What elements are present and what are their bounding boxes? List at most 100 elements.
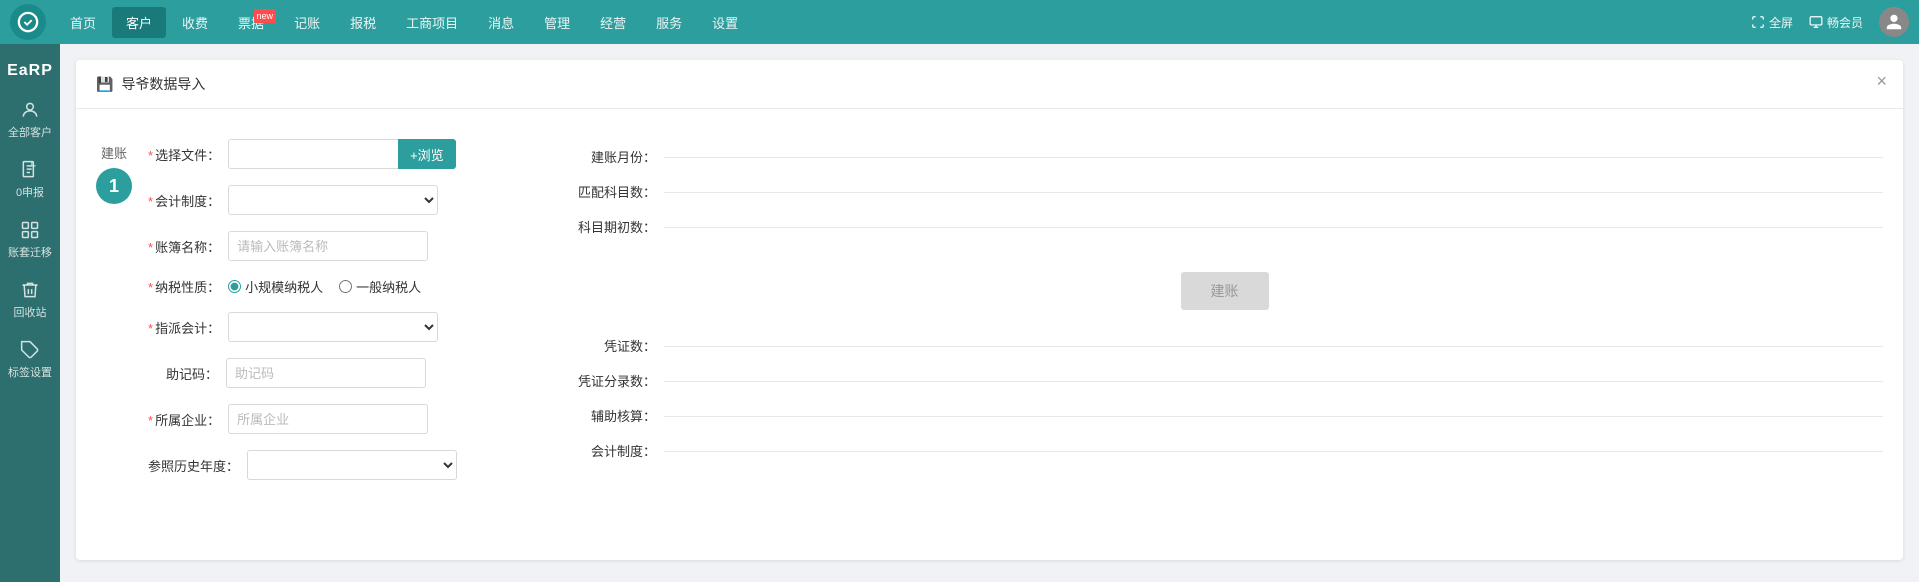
nav-item-工商项目[interactable]: 工商项目 <box>392 7 472 38</box>
main-layout: EaRP 全部客户 0申报 账套迁移 回收站 标签设置 💾 导爷数据导入 <box>0 44 1919 582</box>
import-icon: 💾 <box>96 76 113 93</box>
step-circle: 1 <box>96 168 132 204</box>
info-accounting-system-row: 会计制度： <box>566 441 1883 460</box>
vouchers-value <box>664 344 1883 347</box>
memo-input[interactable] <box>226 358 426 388</box>
ledger-name-row: *账簿名称： <box>148 231 526 261</box>
nav-item-票据[interactable]: 票据new <box>224 7 278 38</box>
tax-general-radio[interactable]: 一般纳税人 <box>339 277 421 296</box>
file-label: *选择文件： <box>148 145 220 164</box>
file-icon <box>20 160 40 180</box>
assign-accountant-label: *指派会计： <box>148 318 220 337</box>
ref-year-label: 参照历史年度： <box>148 456 239 475</box>
build-month-row: 建账月份： <box>566 147 1883 166</box>
info-accounting-system-value <box>664 449 1883 452</box>
file-input-group: +浏览 <box>228 139 456 169</box>
ref-year-select[interactable] <box>247 450 457 480</box>
form-container: 建账 1 *选择文件： +浏览 <box>76 109 1903 500</box>
owner-enterprise-row: *所属企业： <box>148 404 526 434</box>
nav-item-服务[interactable]: 服务 <box>642 7 696 38</box>
sidebar-item-transfer[interactable]: 账套迁移 <box>2 212 58 268</box>
vouchers-label: 凭证数： <box>566 336 656 355</box>
nav-right: 全屏 畅会员 <box>1751 7 1909 37</box>
file-text-input[interactable] <box>228 139 398 169</box>
step-text: 建账 <box>101 143 127 162</box>
assign-accountant-row: *指派会计： <box>148 312 526 342</box>
sidebar-label-all-clients: 全部客户 <box>8 124 52 140</box>
sidebar-item-trash[interactable]: 回收站 <box>2 272 58 328</box>
tax-general-label: 一般纳税人 <box>356 277 421 296</box>
content-area: 💾 导爷数据导入 × 建账 1 <box>60 44 1919 582</box>
panel-header: 💾 导爷数据导入 <box>76 60 1903 109</box>
owner-enterprise-input[interactable] <box>228 404 428 434</box>
step-label: 建账 1 <box>96 139 132 204</box>
vouchers-row: 凭证数： <box>566 336 1883 355</box>
assign-accountant-select[interactable] <box>228 312 438 342</box>
nav-item-管理[interactable]: 管理 <box>530 7 584 38</box>
memo-row: 助记码： <box>148 358 526 388</box>
tax-type-radio-group: 小规模纳税人 一般纳税人 <box>228 277 421 296</box>
tax-type-row: *纳税性质： 小规模纳税人 一般纳税人 <box>148 277 526 296</box>
tag-icon <box>20 340 40 360</box>
nav-items: 首页客户收费票据new记账报税工商项目消息管理经营服务设置 <box>56 7 1751 38</box>
subject-init-value <box>664 225 1883 228</box>
accounting-system-row: *会计制度： <box>148 185 526 215</box>
panel-title: 导爷数据导入 <box>121 74 205 94</box>
ledger-name-input[interactable] <box>228 231 428 261</box>
owner-enterprise-label: *所属企业： <box>148 410 220 429</box>
top-nav: 首页客户收费票据new记账报税工商项目消息管理经营服务设置 全屏 畅会员 <box>0 0 1919 44</box>
nav-item-首页[interactable]: 首页 <box>56 7 110 38</box>
logo[interactable] <box>10 4 46 40</box>
step-section: 建账 1 *选择文件： +浏览 <box>96 139 526 480</box>
tax-small-radio-input[interactable] <box>228 280 241 293</box>
info-section: 建账月份： 匹配科目数： 科目期初数： 建账 <box>566 139 1883 480</box>
match-subjects-value <box>664 190 1883 193</box>
member-btn[interactable]: 畅会员 <box>1809 14 1863 31</box>
voucher-entries-value <box>664 379 1883 382</box>
build-month-value <box>664 155 1883 158</box>
avatar[interactable] <box>1879 7 1909 37</box>
form-fields: *选择文件： +浏览 *会计制度： <box>148 139 526 480</box>
sidebar-item-tags[interactable]: 标签设置 <box>2 332 58 388</box>
memo-label: 助记码： <box>148 364 218 383</box>
voucher-entries-row: 凭证分录数： <box>566 371 1883 390</box>
nav-item-消息[interactable]: 消息 <box>474 7 528 38</box>
aux-accounting-label: 辅助核算： <box>566 406 656 425</box>
tax-small-radio[interactable]: 小规模纳税人 <box>228 277 323 296</box>
panel-close-button[interactable]: × <box>1876 72 1887 90</box>
fullscreen-label: 全屏 <box>1769 14 1793 31</box>
browse-button[interactable]: +浏览 <box>398 139 456 169</box>
transfer-icon <box>20 220 40 240</box>
info-accounting-system-label: 会计制度： <box>566 441 656 460</box>
panel: 💾 导爷数据导入 × 建账 1 <box>76 60 1903 560</box>
user-icon <box>20 100 40 120</box>
sidebar-logo: EaRP <box>7 54 53 88</box>
nav-item-经营[interactable]: 经营 <box>586 7 640 38</box>
sidebar-item-all-clients[interactable]: 全部客户 <box>2 92 58 148</box>
sidebar: EaRP 全部客户 0申报 账套迁移 回收站 标签设置 <box>0 44 60 582</box>
nav-badge-new: new <box>254 9 277 23</box>
nav-item-记账[interactable]: 记账 <box>280 7 334 38</box>
sidebar-label-trash: 回收站 <box>14 304 47 320</box>
nav-item-收费[interactable]: 收费 <box>168 7 222 38</box>
member-label: 畅会员 <box>1827 14 1863 31</box>
sidebar-label-declare: 0申报 <box>16 184 44 200</box>
ref-year-row: 参照历史年度： <box>148 450 526 480</box>
accounting-system-label: *会计制度： <box>148 191 220 210</box>
trash-icon <box>20 280 40 300</box>
aux-accounting-row: 辅助核算： <box>566 406 1883 425</box>
nav-item-客户[interactable]: 客户 <box>112 7 166 38</box>
build-account-button[interactable]: 建账 <box>1181 272 1269 310</box>
accounting-system-select[interactable] <box>228 185 438 215</box>
nav-item-设置[interactable]: 设置 <box>698 7 752 38</box>
fullscreen-btn[interactable]: 全屏 <box>1751 14 1793 31</box>
tax-general-radio-input[interactable] <box>339 280 352 293</box>
match-subjects-label: 匹配科目数： <box>566 182 656 201</box>
build-month-label: 建账月份： <box>566 147 656 166</box>
sidebar-item-declare[interactable]: 0申报 <box>2 152 58 208</box>
match-subjects-row: 匹配科目数： <box>566 182 1883 201</box>
sidebar-label-transfer: 账套迁移 <box>8 244 52 260</box>
subject-init-label: 科目期初数： <box>566 217 656 236</box>
nav-item-报税[interactable]: 报税 <box>336 7 390 38</box>
subject-init-row: 科目期初数： <box>566 217 1883 236</box>
